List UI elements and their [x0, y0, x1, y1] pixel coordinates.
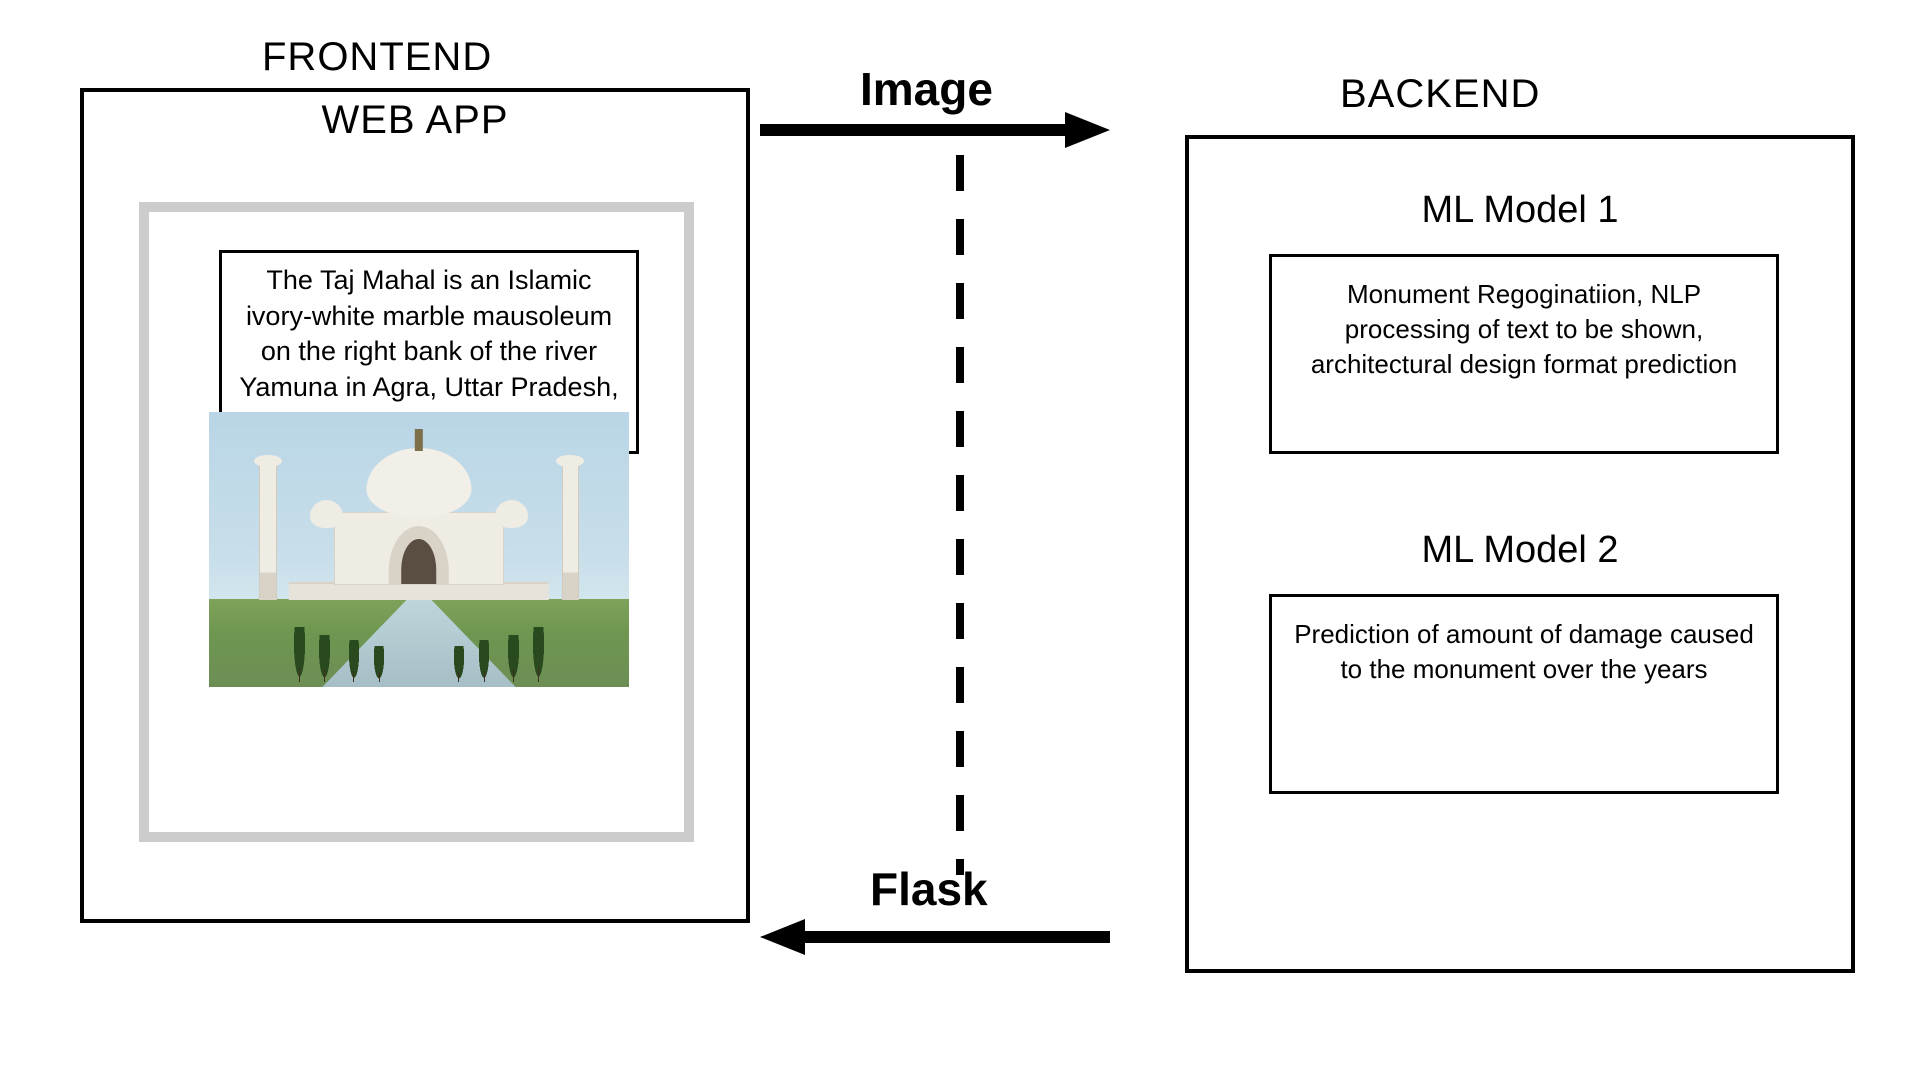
ml-model-1-title: ML Model 1: [1421, 189, 1618, 232]
backend-label: BACKEND: [1340, 72, 1540, 117]
diagram-canvas: { "frontend": { "label": "FRONTEND", "we…: [0, 0, 1920, 1080]
ml-model-1-desc: Monument Regoginatiion, NLP processing o…: [1269, 254, 1779, 454]
frontend-label: FRONTEND: [262, 35, 492, 80]
backend-box: ML Model 1 Monument Regoginatiion, NLP p…: [1185, 135, 1855, 973]
frontend-box: WEB APP The Taj Mahal is an Islamic ivor…: [80, 88, 750, 923]
arrow-to-frontend-icon: [760, 917, 1110, 957]
ml-model-2-desc: Prediction of amount of damage caused to…: [1269, 594, 1779, 794]
ml-model-2-title: ML Model 2: [1421, 529, 1618, 572]
webapp-label: WEB APP: [321, 98, 508, 143]
dashed-divider: [950, 155, 970, 875]
flow-label-flask: Flask: [870, 862, 988, 916]
monument-image: [209, 412, 629, 687]
flow-label-image: Image: [860, 62, 993, 116]
arrow-to-backend-icon: [760, 110, 1110, 150]
webapp-frame: The Taj Mahal is an Islamic ivory-white …: [139, 202, 694, 842]
